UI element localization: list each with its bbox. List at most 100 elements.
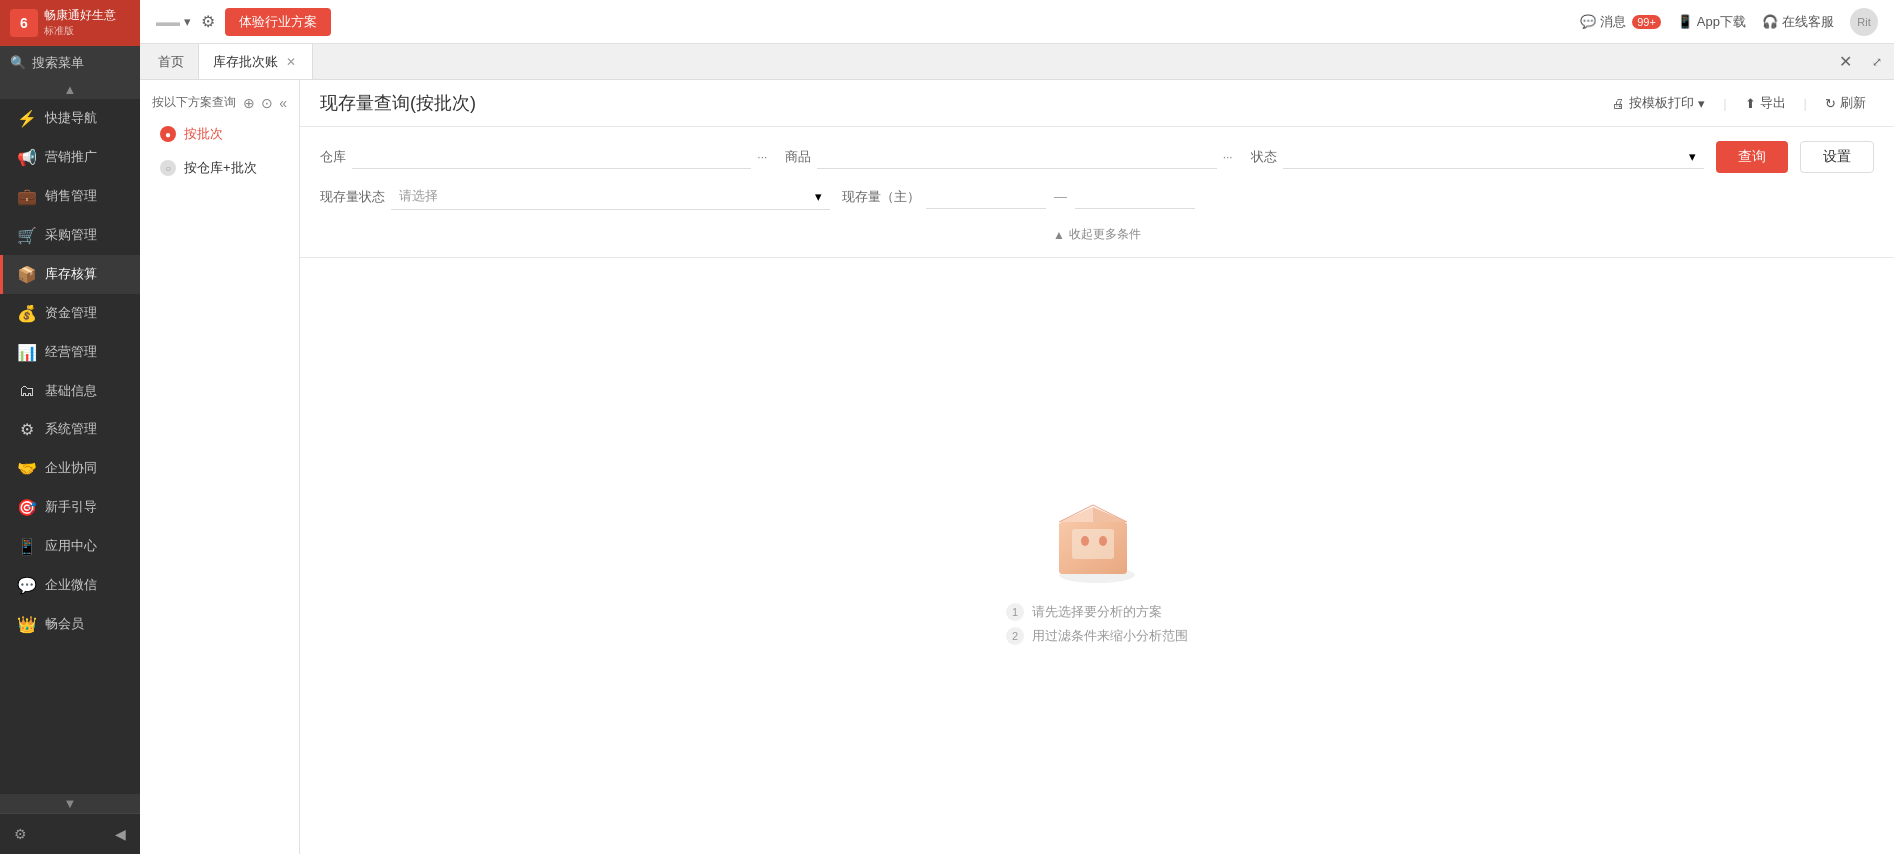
tab-home-label: 首页 (158, 53, 184, 71)
svg-point-5 (1099, 536, 1107, 546)
page-title: 现存量查询(按批次) (320, 91, 476, 115)
sidebar: 6 畅康通好生意 标准版 🔍 搜索菜单 ▲ ⚡ 快捷导航 📢 营销推广 💼 销售… (0, 0, 140, 854)
panel-expand-button[interactable]: ⤢ (1864, 55, 1890, 69)
sidebar-item-inventory[interactable]: 📦 库存核算 (0, 255, 140, 294)
warehouse-more-icon[interactable]: ··· (751, 148, 773, 166)
sidebar-item-marketing[interactable]: 📢 营销推广 (0, 138, 140, 177)
tab-home[interactable]: 首页 (144, 44, 199, 79)
svg-rect-3 (1072, 529, 1114, 559)
scheme-dot-active: ● (160, 126, 176, 142)
product-field: 商品 ··· (785, 145, 1238, 169)
page-header: 现存量查询(按批次) 🖨 按模板打印 ▾ | ⬆ 导出 | ↻ (300, 80, 1894, 127)
app-title: 畅康通好生意 (44, 8, 116, 24)
purchase-icon: 🛒 (17, 226, 37, 245)
sidebar-item-collab[interactable]: 🤝 企业协同 (0, 449, 140, 488)
collapse-panel-icon[interactable]: « (279, 95, 287, 111)
filter-row-1: 仓库 ··· 商品 ··· 状态 ▾ (320, 141, 1874, 173)
app-subtitle: 标准版 (44, 24, 116, 38)
product-input[interactable] (817, 145, 1216, 169)
guide-icon: 🎯 (17, 498, 37, 517)
sidebar-item-wechat[interactable]: 💬 企业微信 (0, 566, 140, 605)
app-download-button[interactable]: 📱 App下载 (1677, 13, 1746, 31)
set-button[interactable]: 设置 (1800, 141, 1874, 173)
inventory-status-select[interactable]: 请选择 ▾ (391, 183, 830, 210)
print-dropdown-icon[interactable]: ▾ (1698, 96, 1705, 111)
product-more-icon[interactable]: ··· (1217, 148, 1239, 166)
collapse-btn-label: 收起更多条件 (1069, 226, 1141, 243)
sidebar-item-basic[interactable]: 🗂 基础信息 (0, 372, 140, 410)
sidebar-item-purchase[interactable]: 🛒 采购管理 (0, 216, 140, 255)
sidebar-item-quick-nav[interactable]: ⚡ 快捷导航 (0, 99, 140, 138)
sidebar-item-sales[interactable]: 💼 销售管理 (0, 177, 140, 216)
settings-footer-icon[interactable]: ⚙ (10, 822, 31, 846)
settings-scheme-icon[interactable]: ⊙ (261, 95, 273, 111)
wechat-icon: 💬 (17, 576, 37, 595)
print-template-label: 按模板打印 (1629, 94, 1694, 112)
topbar: ▬▬ ▾ ⚙ 体验行业方案 💬 消息 99+ 📱 App下载 🎧 在线客服 Ri… (140, 0, 1894, 44)
filter-panel: 按以下方案查询 ⊕ ⊙ « ● 按批次 ○ 按仓库+批次 (140, 80, 300, 854)
refresh-button[interactable]: ↻ 刷新 (1817, 90, 1874, 116)
inventory-status-field: 现存量状态 请选择 ▾ (320, 183, 830, 210)
panel-close-button[interactable]: ✕ (1827, 52, 1864, 71)
scheme-by-batch[interactable]: ● 按批次 (140, 117, 299, 151)
action-divider: | (1723, 96, 1726, 111)
filter-area: 仓库 ··· 商品 ··· 状态 ▾ (300, 127, 1894, 258)
warehouse-input[interactable] (352, 145, 751, 169)
filter-panel-actions: ⊕ ⊙ « (243, 95, 287, 111)
inventory-qty-min-input[interactable] (926, 185, 1046, 209)
sidebar-item-member[interactable]: 👑 畅会员 (0, 605, 140, 644)
collab-icon: 🤝 (17, 459, 37, 478)
tab-inventory-batch[interactable]: 库存批次账 ✕ (199, 44, 313, 79)
sidebar-item-label: 销售管理 (45, 187, 97, 205)
sidebar-item-label: 采购管理 (45, 226, 97, 244)
sidebar-item-guide[interactable]: 🎯 新手引导 (0, 488, 140, 527)
topbar-settings-icon[interactable]: ⚙ (201, 12, 215, 31)
service-icon: 🎧 (1762, 14, 1778, 29)
trial-button[interactable]: 体验行业方案 (225, 8, 331, 36)
svg-point-4 (1081, 536, 1089, 546)
sidebar-item-label: 营销推广 (45, 148, 97, 166)
print-icon: 🖨 (1612, 96, 1625, 111)
messages-button[interactable]: 💬 消息 99+ (1580, 13, 1661, 31)
query-button[interactable]: 查询 (1716, 141, 1788, 173)
export-button[interactable]: ⬆ 导出 (1737, 90, 1794, 116)
sidebar-item-system[interactable]: ⚙ 系统管理 (0, 410, 140, 449)
empty-hint-1: 1 请先选择要分析的方案 (1006, 603, 1188, 621)
system-icon: ⚙ (17, 420, 37, 439)
sidebar-scroll-down[interactable]: ▼ (0, 794, 140, 813)
hint-text-1: 请先选择要分析的方案 (1032, 603, 1162, 621)
sidebar-item-finance[interactable]: 💰 资金管理 (0, 294, 140, 333)
collapse-filter-button[interactable]: ▲ 收起更多条件 (320, 220, 1874, 243)
scheme-by-warehouse-batch[interactable]: ○ 按仓库+批次 (140, 151, 299, 185)
collapse-sidebar-icon[interactable]: ◀ (111, 822, 130, 846)
main-content: 现存量查询(按批次) 🖨 按模板打印 ▾ | ⬆ 导出 | ↻ (300, 80, 1894, 854)
refresh-icon: ↻ (1825, 96, 1836, 111)
scheme-by-batch-label: 按批次 (184, 125, 223, 143)
message-icon: 💬 (1580, 14, 1596, 29)
inventory-status-dropdown-icon: ▾ (815, 189, 822, 204)
topbar-dropdown[interactable]: ▬▬ ▾ (156, 14, 191, 29)
inventory-icon: 📦 (17, 265, 37, 284)
tab-close-icon[interactable]: ✕ (284, 53, 298, 71)
scheme-by-warehouse-batch-label: 按仓库+批次 (184, 159, 257, 177)
status-field: 状态 ▾ (1251, 145, 1704, 169)
print-template-button[interactable]: 🖨 按模板打印 ▾ (1604, 90, 1713, 116)
operations-icon: 📊 (17, 343, 37, 362)
empty-hints: 1 请先选择要分析的方案 2 用过滤条件来缩小分析范围 (1006, 603, 1188, 645)
status-select[interactable]: ▾ (1283, 145, 1704, 169)
scheme-dot-inactive: ○ (160, 160, 176, 176)
online-service-button[interactable]: 🎧 在线客服 (1762, 13, 1834, 31)
dropdown-arrow-icon: ▾ (184, 14, 191, 29)
sidebar-item-label: 经营管理 (45, 343, 97, 361)
user-avatar[interactable]: Rit (1850, 8, 1878, 36)
add-scheme-icon[interactable]: ⊕ (243, 95, 255, 111)
collapse-arrow-icon: ▲ (1053, 228, 1065, 242)
inventory-qty-max-input[interactable] (1075, 185, 1195, 209)
sidebar-scroll-up[interactable]: ▲ (0, 80, 140, 99)
search-menu[interactable]: 🔍 搜索菜单 (0, 46, 140, 80)
sidebar-item-apps[interactable]: 📱 应用中心 (0, 527, 140, 566)
empty-illustration (1037, 467, 1157, 587)
app-logo: 6 (10, 9, 38, 37)
sidebar-item-operations[interactable]: 📊 经营管理 (0, 333, 140, 372)
filter-panel-header: 按以下方案查询 ⊕ ⊙ « (140, 88, 299, 117)
